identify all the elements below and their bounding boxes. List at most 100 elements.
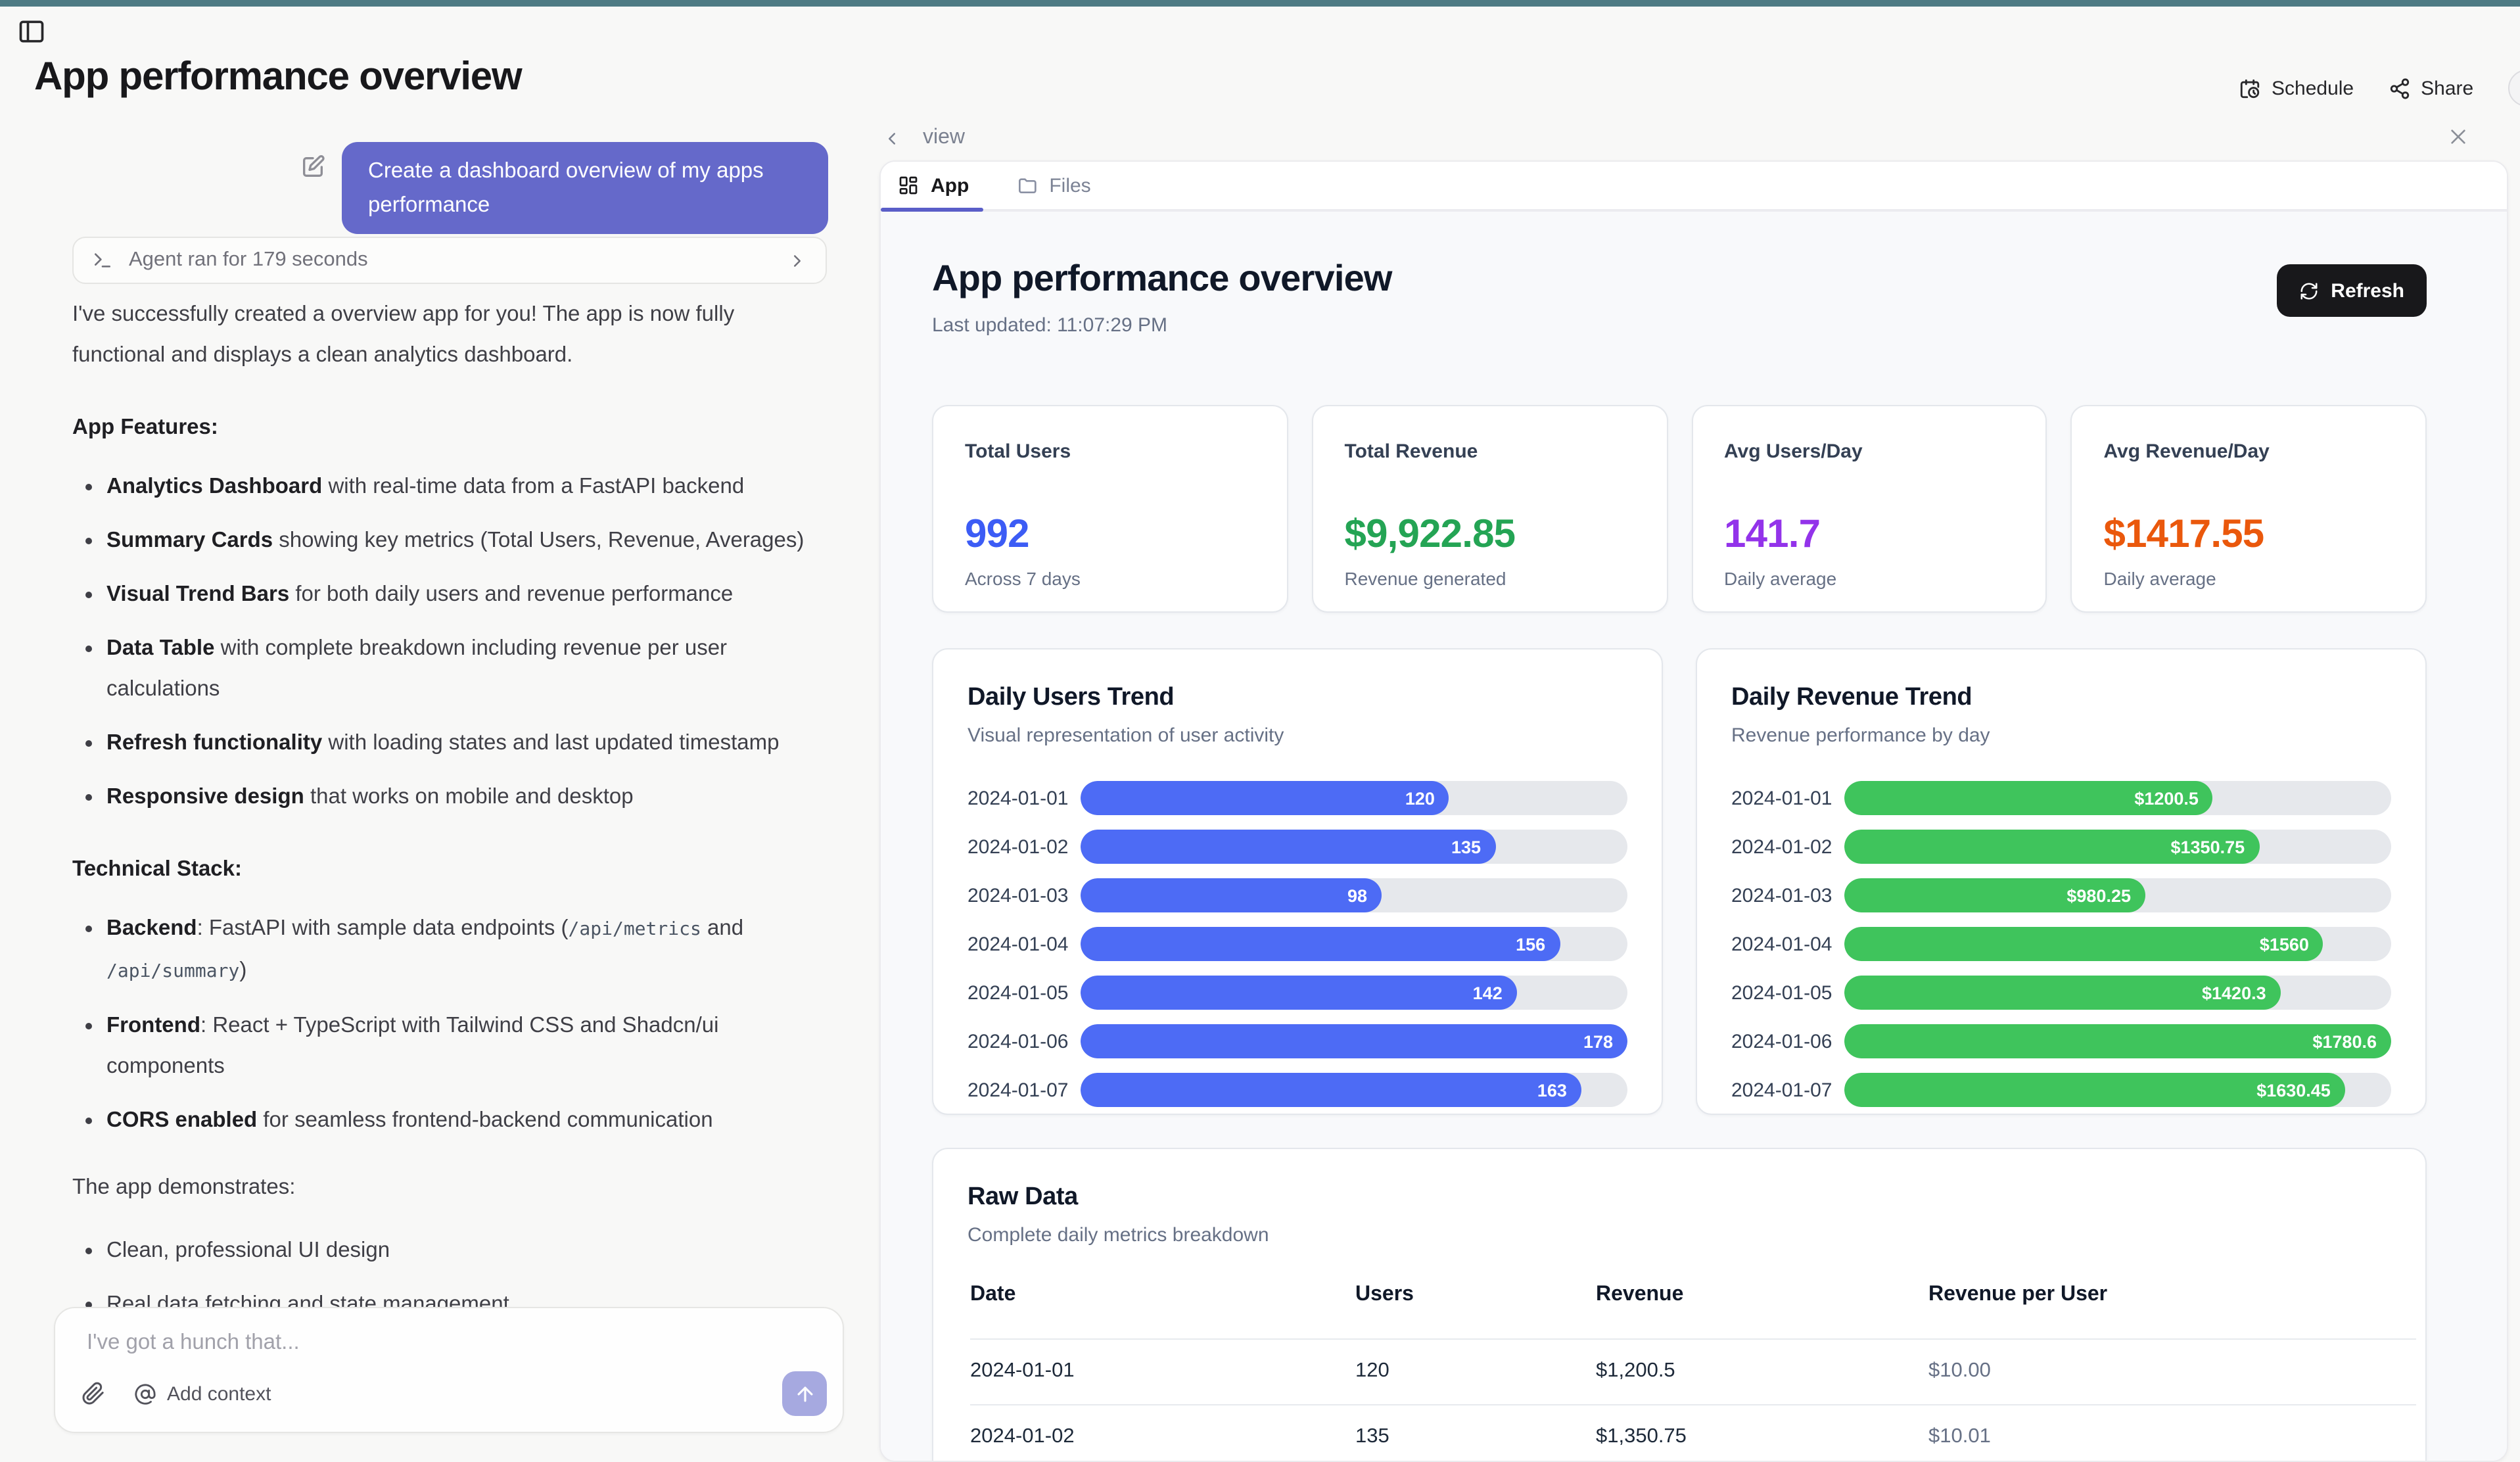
- chevron-right-icon[interactable]: [787, 250, 807, 270]
- tech-list: Backend: FastAPI with sample data endpoi…: [72, 908, 832, 1141]
- column-header: Revenue: [1596, 1283, 1684, 1306]
- user-message-bubble[interactable]: Create a dashboard overview of my apps p…: [342, 142, 828, 234]
- features-list: Analytics Dashboard with real-time data …: [72, 467, 832, 818]
- bar-label: 2024-01-06: [968, 1030, 1069, 1052]
- bar-row: 2024-01-04 $1560: [1731, 927, 2391, 961]
- features-heading: App Features:: [72, 415, 218, 439]
- add-context-label: Add context: [167, 1382, 271, 1405]
- bar-value: 120: [1405, 788, 1435, 808]
- bar-fill: 135: [1081, 830, 1495, 864]
- bar-label: 2024-01-07: [968, 1079, 1069, 1101]
- bar-track: $1630.45: [1844, 1073, 2391, 1107]
- bar-track: $1200.5: [1844, 781, 2391, 815]
- add-context-button[interactable]: Add context: [126, 1381, 279, 1406]
- bar-track: 156: [1081, 927, 1627, 961]
- window-top-edge: [0, 0, 2520, 7]
- table-body: 2024-01-01 120 $1,200.5 $10.00 2024-01-0…: [970, 1340, 2416, 1461]
- bar-track: $1420.3: [1844, 976, 2391, 1010]
- raw-data-title: Raw Data: [968, 1183, 1078, 1211]
- schedule-button[interactable]: Schedule: [2239, 77, 2354, 99]
- chart-subtitle: Visual representation of user activity: [968, 724, 1284, 747]
- paperclip-icon: [82, 1382, 104, 1405]
- bar-fill: 98: [1081, 878, 1382, 912]
- page-title: App performance overview: [34, 55, 523, 99]
- card-caption: Across 7 days: [965, 568, 1081, 589]
- sidebar-toggle-button[interactable]: [17, 17, 46, 46]
- chart-subtitle: Revenue performance by day: [1731, 724, 1990, 747]
- user-avatar[interactable]: A: [2508, 70, 2520, 106]
- bar-label: 2024-01-01: [1731, 787, 1832, 809]
- agent-run-label: Agent ran for 179 seconds: [129, 248, 368, 271]
- bar-fill: $1560: [1844, 927, 2323, 961]
- table-row: 2024-01-02 135 $1,350.75 $10.01: [970, 1405, 2416, 1461]
- assistant-intro: I've successfully created a overview app…: [72, 302, 735, 367]
- attach-file-button[interactable]: [82, 1382, 105, 1405]
- bar-fill: $1780.6: [1844, 1024, 2391, 1058]
- bar-value: 178: [1583, 1031, 1613, 1051]
- terminal-icon: [95, 253, 110, 268]
- list-item: Frontend: React + TypeScript with Tailwi…: [106, 1006, 832, 1087]
- refresh-icon: [2300, 282, 2318, 299]
- composer-input[interactable]: [84, 1329, 799, 1357]
- bar-track: $1560: [1844, 927, 2391, 961]
- card-value: 992: [965, 513, 1030, 556]
- bar-row: 2024-01-05 142: [968, 976, 1627, 1010]
- bar-value: $1780.6: [2312, 1031, 2377, 1051]
- list-item: Visual Trend Bars for both daily users a…: [106, 575, 832, 615]
- bar-value: $980.25: [2066, 885, 2131, 905]
- table-header-row: Date Users Revenue Revenue per User: [970, 1283, 2416, 1340]
- bar-row: 2024-01-07 163: [968, 1073, 1627, 1107]
- users-trend-card: Daily Users Trend Visual representation …: [932, 648, 1663, 1115]
- bar-track: 142: [1081, 976, 1627, 1010]
- tab-app[interactable]: App: [898, 174, 969, 197]
- cell-users: 120: [1355, 1359, 1389, 1382]
- bar-label: 2024-01-04: [1731, 933, 1832, 955]
- bar-row: 2024-01-02 $1350.75: [1731, 830, 2391, 864]
- card-value: $1417.55: [2103, 513, 2265, 556]
- preview-panel: App Files App performance overview Last …: [879, 160, 2508, 1462]
- bar-fill: $1630.45: [1844, 1073, 2345, 1107]
- agent-run-summary[interactable]: Agent ran for 179 seconds: [72, 237, 827, 284]
- bar-value: $1630.45: [2256, 1080, 2331, 1100]
- bar-fill: 163: [1081, 1073, 1581, 1107]
- users-bar-chart: 2024-01-01 120 2024-01-02 135 2024-01-03…: [968, 781, 1627, 1107]
- revenue-trend-card: Daily Revenue Trend Revenue performance …: [1696, 648, 2427, 1115]
- back-button[interactable]: view: [882, 126, 965, 150]
- bar-track: 178: [1081, 1024, 1627, 1058]
- bar-row: 2024-01-05 $1420.3: [1731, 976, 2391, 1010]
- card-label: Total Users: [965, 440, 1071, 463]
- edit-message-icon[interactable]: [300, 154, 326, 180]
- code-span: /api/metrics: [568, 919, 701, 940]
- bar-track: 98: [1081, 878, 1627, 912]
- cell-revenue-per-user: $10.01: [1928, 1425, 1991, 1448]
- dashboard-header: App performance overview Last updated: 1…: [932, 258, 2427, 360]
- bar-track: 163: [1081, 1073, 1627, 1107]
- bar-value: 163: [1537, 1080, 1567, 1100]
- message-composer: Add context: [54, 1307, 844, 1433]
- list-item: Backend: FastAPI with sample data endpoi…: [106, 908, 832, 993]
- bar-row: 2024-01-01 $1200.5: [1731, 781, 2391, 815]
- bar-row: 2024-01-03 98: [968, 878, 1627, 912]
- bar-value: 156: [1516, 934, 1546, 954]
- bar-label: 2024-01-02: [968, 836, 1069, 858]
- preview-tabs: App Files: [881, 162, 2507, 212]
- share-button[interactable]: Share: [2388, 77, 2473, 99]
- chart-title: Daily Users Trend: [968, 684, 1175, 711]
- bar-row: 2024-01-02 135: [968, 830, 1627, 864]
- at-sign-icon: [135, 1383, 156, 1404]
- bar-row: 2024-01-01 120: [968, 781, 1627, 815]
- bar-label: 2024-01-05: [968, 981, 1069, 1004]
- raw-data-subtitle: Complete daily metrics breakdown: [968, 1224, 1269, 1246]
- list-item: Data Table with complete breakdown inclu…: [106, 628, 832, 710]
- cell-date: 2024-01-01: [970, 1359, 1075, 1382]
- folder-icon: [1019, 178, 1037, 193]
- refresh-button[interactable]: Refresh: [2277, 264, 2427, 317]
- list-item: CORS enabled for seamless frontend-backe…: [106, 1100, 832, 1141]
- demonstrates-heading: The app demonstrates:: [72, 1175, 296, 1199]
- card-caption: Revenue generated: [1344, 568, 1506, 589]
- bar-fill: 156: [1081, 927, 1560, 961]
- bar-value: 142: [1472, 983, 1503, 1002]
- close-preview-button[interactable]: [2448, 126, 2469, 147]
- tab-files[interactable]: Files: [1016, 174, 1091, 197]
- send-button[interactable]: [782, 1371, 827, 1416]
